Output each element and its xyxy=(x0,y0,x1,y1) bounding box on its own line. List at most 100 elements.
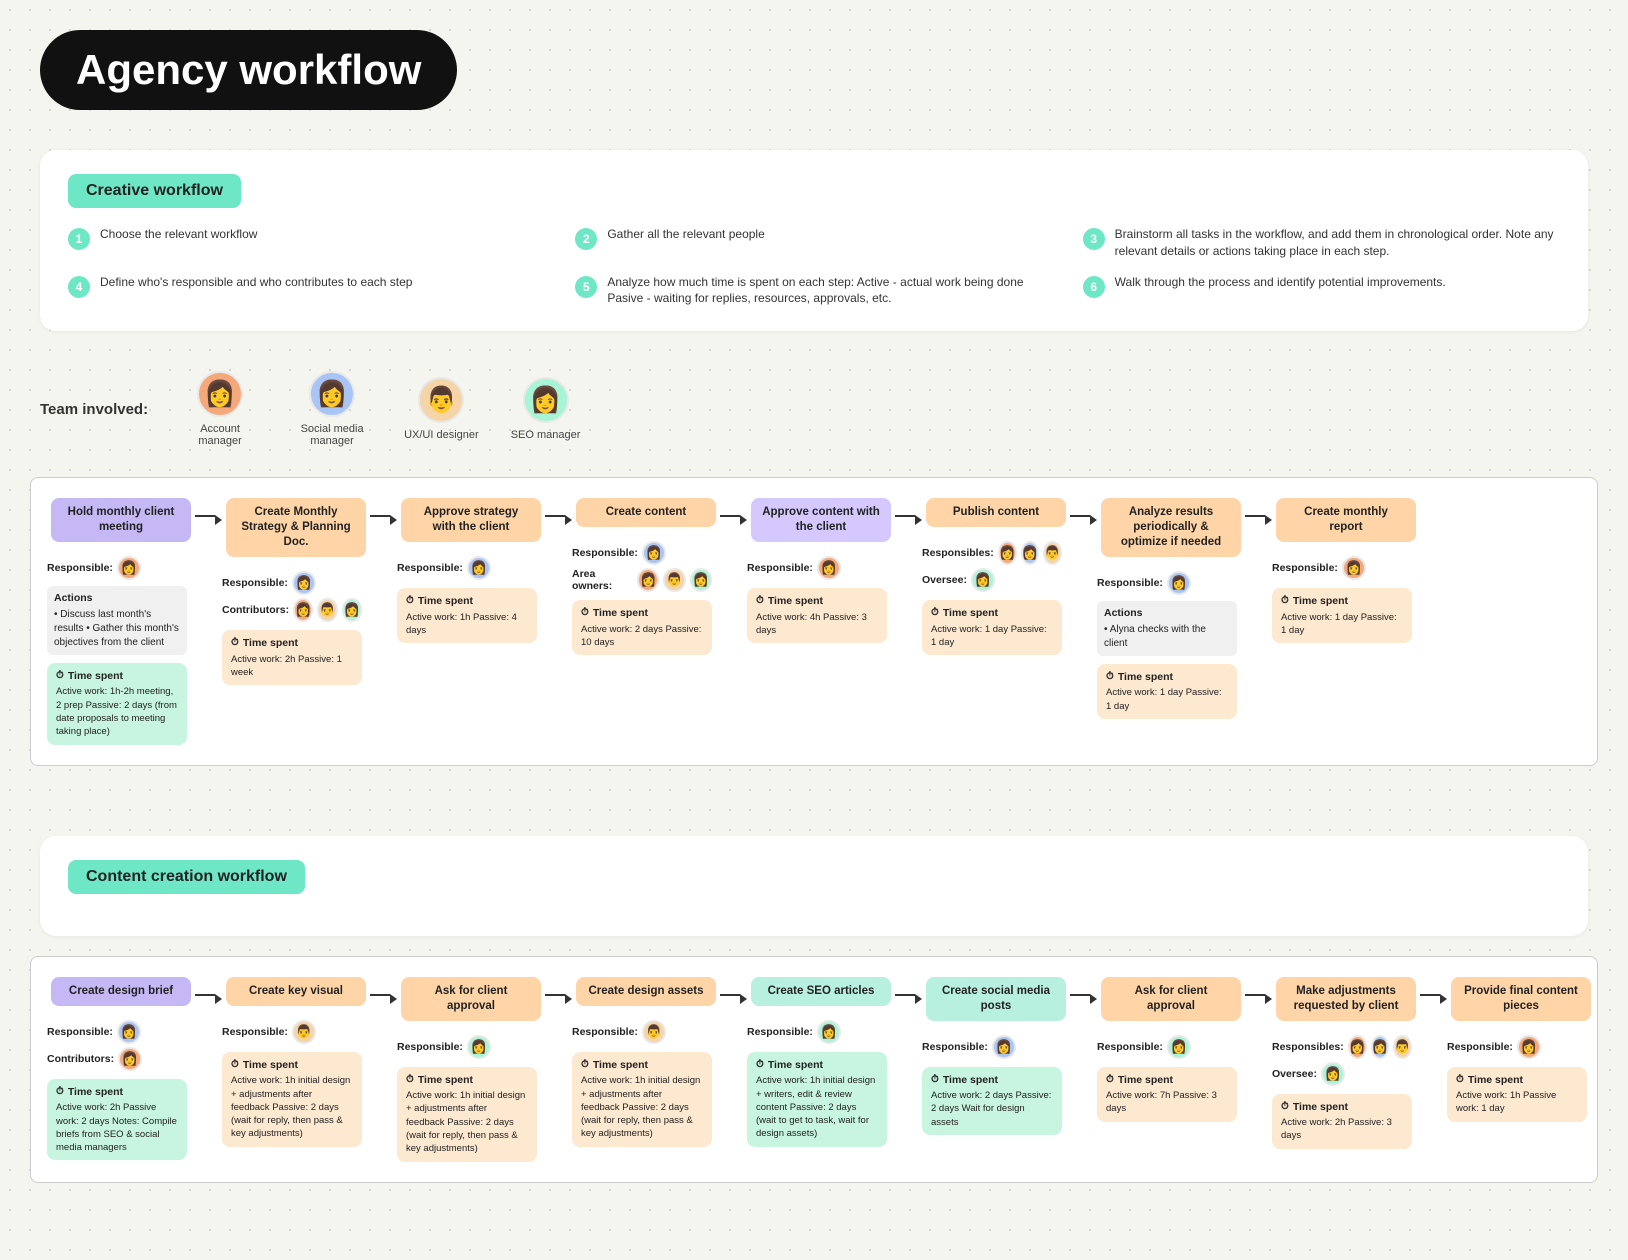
team-member: 👨UX/UI designer xyxy=(404,377,479,441)
clock-icon: ⏱ xyxy=(1281,594,1289,608)
flow-step-box: Analyze results periodically & optimize … xyxy=(1101,498,1241,557)
step-num: 5 xyxy=(575,276,597,298)
clock-icon: ⏱ xyxy=(56,1085,64,1099)
responsible-row: Responsible:👩 xyxy=(1272,556,1412,580)
time-title: ⏱Time spent xyxy=(1281,1100,1403,1115)
time-title: ⏱Time spent xyxy=(931,1073,1053,1088)
time-box: ⏱Time spentActive work: 2h Passive: 1 we… xyxy=(222,630,362,685)
step-num: 6 xyxy=(1083,276,1105,298)
time-text: Active work: 1 day Passive: 1 day xyxy=(1106,686,1228,713)
time-box: ⏱Time spentActive work: 1h initial desig… xyxy=(397,1067,537,1162)
clock-icon: ⏱ xyxy=(1456,1073,1464,1087)
arrow-head xyxy=(1265,994,1272,1004)
time-text: Active work: 2h Passive work: 2 days Not… xyxy=(56,1101,178,1154)
avatar: 👨 xyxy=(418,377,464,423)
flow-arrow xyxy=(545,977,572,1004)
responsible-row: Responsible:👩 xyxy=(747,556,887,580)
flow-card: Responsible:👩⏱Time spentActive work: 1 d… xyxy=(1272,556,1412,643)
avatar: 👩 xyxy=(523,377,569,423)
arrow-head xyxy=(215,515,222,525)
responsible-row: Responsible:👩 xyxy=(397,556,537,580)
time-label: Time spent xyxy=(1118,670,1173,685)
arrow-line xyxy=(1420,994,1440,996)
time-title: ⏱Time spent xyxy=(406,1073,528,1088)
time-title: ⏱Time spent xyxy=(931,606,1053,621)
responsible-row: Responsible:👩 xyxy=(47,1020,187,1044)
clock-icon: ⏱ xyxy=(581,1058,589,1072)
time-box: ⏱Time spentActive work: 4h Passive: 3 da… xyxy=(747,588,887,643)
flow-node: Approve strategy with the client Responsi… xyxy=(397,498,545,643)
arrow-head xyxy=(1265,515,1272,525)
flow-step-box: Make adjustments requested by client xyxy=(1276,977,1416,1021)
avatar: 👩 xyxy=(1021,541,1040,565)
step-num: 2 xyxy=(575,228,597,250)
time-title: ⏱Time spent xyxy=(756,1058,878,1073)
flow-arrow xyxy=(1245,977,1272,1004)
responsible-row: Responsible:👨 xyxy=(572,1020,712,1044)
arrow-line xyxy=(1245,994,1265,996)
arrow-head xyxy=(390,994,397,1004)
time-label: Time spent xyxy=(1468,1073,1523,1088)
time-title: ⏱Time spent xyxy=(406,594,528,609)
clock-icon: ⏱ xyxy=(56,669,64,683)
arrow-head xyxy=(565,994,572,1004)
arrow-line xyxy=(895,994,915,996)
avatar: 👩 xyxy=(1167,571,1191,595)
flow-node: Ask for client approvalResponsible:👩⏱Tim… xyxy=(397,977,545,1162)
flow-arrow xyxy=(195,498,222,525)
content-creation-section: Content creation workflow xyxy=(40,836,1588,936)
time-text: Active work: 1h-2h meeting, 2 prep Passi… xyxy=(56,685,178,738)
flow-step-box: Create design assets xyxy=(576,977,716,1006)
arrow-line xyxy=(370,515,390,517)
responsible-row: Responsibles:👩👩👨 xyxy=(922,541,1062,565)
flow-node: Create SEO articlesResponsible:👩⏱Time sp… xyxy=(747,977,895,1147)
time-label: Time spent xyxy=(418,594,473,609)
arrow-line xyxy=(195,994,215,996)
arrow-line xyxy=(545,515,565,517)
flow-node: Create key visualResponsible:👨⏱Time spen… xyxy=(222,977,370,1147)
time-label: Time spent xyxy=(1118,1073,1173,1088)
time-label: Time spent xyxy=(243,1058,298,1073)
arrow-head xyxy=(915,994,922,1004)
flow-card: Responsible:👩⏱Time spentActive work: 1h … xyxy=(397,556,537,643)
flow-node: Create contentResponsible:👩Area owners:👩… xyxy=(572,498,720,655)
time-label: Time spent xyxy=(943,1073,998,1088)
flow-card: Responsibles:👩👩👨Oversee:👩⏱Time spentActi… xyxy=(922,541,1062,655)
avatar: 👩 xyxy=(117,556,141,580)
clock-icon: ⏱ xyxy=(1106,670,1114,684)
page-title: Agency workflow xyxy=(76,46,421,94)
oversee-row: Oversee:👩 xyxy=(1272,1062,1412,1086)
avatar: 👨 xyxy=(292,1020,316,1044)
contributors-label: Contributors: xyxy=(222,604,289,616)
arrow-line xyxy=(1070,994,1090,996)
avatar: 👩 xyxy=(971,568,995,592)
avatar: 👩 xyxy=(998,541,1017,565)
oversee-label: Oversee: xyxy=(1272,1068,1317,1080)
step-item: 1Choose the relevant workflow xyxy=(68,226,545,260)
member-role: SEO manager xyxy=(511,429,581,441)
responsible-row: Responsibles:👩👩👨 xyxy=(1272,1035,1412,1059)
avatar: 👩 xyxy=(342,598,362,622)
responsible-label: Responsible: xyxy=(747,562,813,574)
time-title: ⏱Time spent xyxy=(581,1058,703,1073)
avatar: 👩 xyxy=(1517,1035,1541,1059)
step-num: 4 xyxy=(68,276,90,298)
time-box: ⏱Time spentActive work: 1h initial desig… xyxy=(222,1052,362,1147)
flow-arrow xyxy=(720,498,747,525)
arrow-head xyxy=(215,994,222,1004)
flow-step-box: Approve strategy with the client xyxy=(401,498,541,542)
avatar: 👩 xyxy=(1371,1035,1390,1059)
time-box: ⏱Time spentActive work: 2 days Passive: … xyxy=(572,600,712,655)
flow-card: Responsible:👩 ⏱Time spentActive work: 4h … xyxy=(747,556,887,643)
flow-arrow xyxy=(370,977,397,1004)
flow-node: Create monthly reportResponsible:👩⏱Time … xyxy=(1272,498,1420,643)
responsible-label: Responsibles: xyxy=(922,547,994,559)
oversee-row: Oversee:👩 xyxy=(922,568,1062,592)
flow-node: Ask for client approvalResponsible:👩⏱Tim… xyxy=(1097,977,1245,1122)
responsible-label: Responsibles: xyxy=(1272,1041,1344,1053)
flow-node: Approve content with the clientResponsib… xyxy=(747,498,895,643)
flow-card: Responsible:👨⏱Time spentActive work: 1h … xyxy=(222,1020,362,1147)
time-title: ⏱Time spent xyxy=(231,636,353,651)
flow-card: Responsible:👩Contributors:👩👨👩⏱Time spent… xyxy=(222,571,362,685)
step-item: 2Gather all the relevant people xyxy=(575,226,1052,260)
